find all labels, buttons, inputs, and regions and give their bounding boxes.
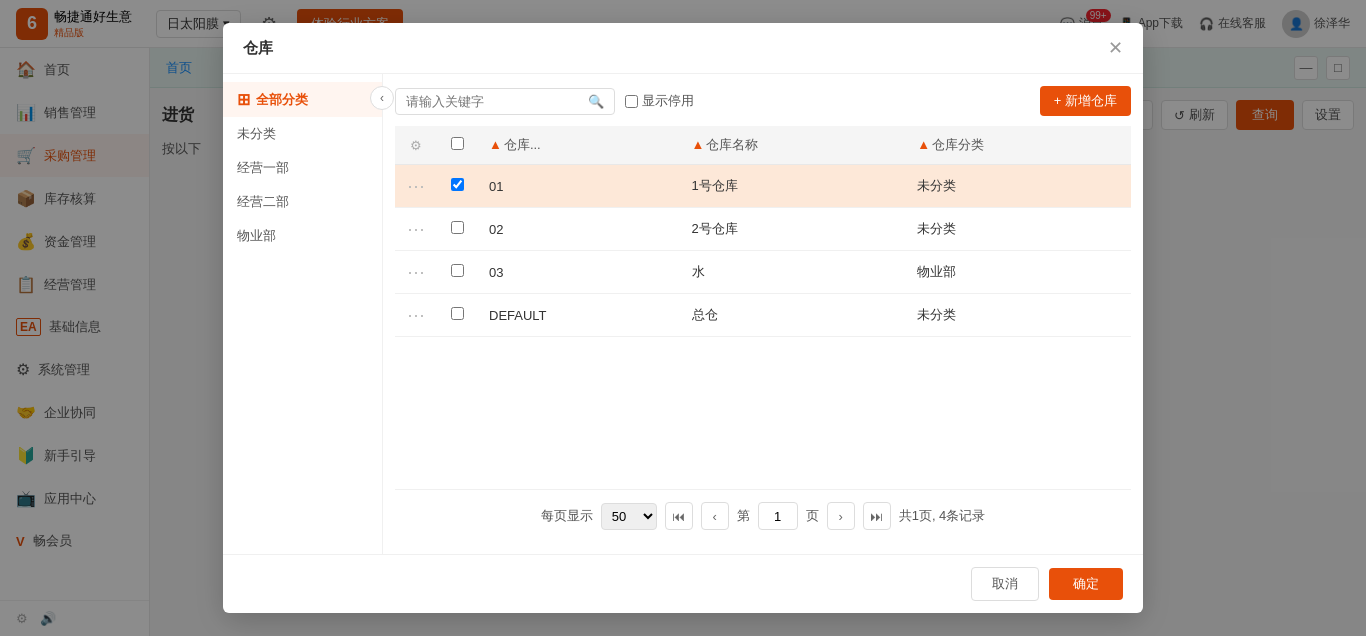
row-action-cell: ⋯ (395, 165, 437, 208)
more-icon[interactable]: ⋯ (407, 219, 425, 239)
per-page-select[interactable]: 50 100 200 (601, 503, 657, 530)
page-input[interactable] (758, 502, 798, 530)
row-checkbox[interactable] (451, 178, 464, 191)
more-icon[interactable]: ⋯ (407, 176, 425, 196)
row-category: 未分类 (905, 208, 1131, 251)
modal-body: ⊞ 全部分类 ‹ 未分类 经营一部 经营二部 物业部 (223, 74, 1143, 554)
row-code: 02 (477, 208, 680, 251)
pagination: 每页显示 50 100 200 ⏮ ‹ 第 页 › ⏭ 共1页, 4条记录 (395, 489, 1131, 542)
modal-footer: 取消 确定 (223, 554, 1143, 613)
row-check-cell (437, 208, 477, 251)
row-action-cell: ⋯ (395, 294, 437, 337)
table-row[interactable]: ⋯ 02 2号仓库 未分类 (395, 208, 1131, 251)
category-item-unclassified[interactable]: 未分类 (223, 117, 382, 151)
col-header-code: ▲仓库... (477, 126, 680, 165)
category-label-ops2: 经营二部 (237, 194, 289, 209)
modal-header: 仓库 ✕ (223, 23, 1143, 74)
search-input[interactable] (406, 94, 582, 109)
table-row[interactable]: ⋯ 01 1号仓库 未分类 (395, 165, 1131, 208)
row-check-cell (437, 294, 477, 337)
category-label-property: 物业部 (237, 228, 276, 243)
row-code: DEFAULT (477, 294, 680, 337)
row-action-cell: ⋯ (395, 251, 437, 294)
table-panel: 🔍 显示停用 + 新增仓库 ⚙ ▲仓库... (383, 74, 1143, 554)
search-bar: 🔍 显示停用 + 新增仓库 (395, 86, 1131, 116)
row-action-cell: ⋯ (395, 208, 437, 251)
first-page-button[interactable]: ⏮ (665, 502, 693, 530)
col-header-check (437, 126, 477, 165)
row-code: 03 (477, 251, 680, 294)
category-panel: ⊞ 全部分类 ‹ 未分类 经营一部 经营二部 物业部 (223, 74, 383, 554)
row-check-cell (437, 165, 477, 208)
row-code: 01 (477, 165, 680, 208)
row-category: 未分类 (905, 294, 1131, 337)
category-label-unclassified: 未分类 (237, 126, 276, 141)
select-all-checkbox[interactable] (451, 137, 464, 150)
new-warehouse-button[interactable]: + 新增仓库 (1040, 86, 1131, 116)
category-all-label: 全部分类 (256, 91, 308, 109)
pagination-total: 共1页, 4条记录 (899, 507, 986, 525)
category-item-property[interactable]: 物业部 (223, 219, 382, 253)
row-name: 水 (680, 251, 906, 294)
row-check-cell (437, 251, 477, 294)
search-icon: 🔍 (588, 94, 604, 109)
row-name: 2号仓库 (680, 208, 906, 251)
more-icon[interactable]: ⋯ (407, 262, 425, 282)
category-item-ops2[interactable]: 经营二部 (223, 185, 382, 219)
last-page-button[interactable]: ⏭ (863, 502, 891, 530)
grid-icon: ⊞ (237, 90, 250, 109)
col-header-category: ▲仓库分类 (905, 126, 1131, 165)
row-category: 物业部 (905, 251, 1131, 294)
confirm-button[interactable]: 确定 (1049, 568, 1123, 600)
row-checkbox[interactable] (451, 264, 464, 277)
col-header-gear: ⚙ (395, 126, 437, 165)
modal-title: 仓库 (243, 39, 273, 58)
row-category: 未分类 (905, 165, 1131, 208)
page-suffix: 页 (806, 507, 819, 525)
page-label: 第 (737, 507, 750, 525)
row-name: 总仓 (680, 294, 906, 337)
row-checkbox[interactable] (451, 307, 464, 320)
category-label-ops1: 经营一部 (237, 160, 289, 175)
table-row[interactable]: ⋯ 03 水 物业部 (395, 251, 1131, 294)
row-checkbox[interactable] (451, 221, 464, 234)
col-header-name: ▲仓库名称 (680, 126, 906, 165)
category-item-ops1[interactable]: 经营一部 (223, 151, 382, 185)
modal-overlay: 仓库 ✕ ⊞ 全部分类 ‹ 未分类 经营一部 经营二部 (0, 0, 1366, 636)
show-disabled-checkbox[interactable] (625, 95, 638, 108)
next-page-button[interactable]: › (827, 502, 855, 530)
data-table: ⚙ ▲仓库... ▲仓库名称 ▲仓库分类 ⋯ 01 1号仓库 未分类 ⋯ (395, 126, 1131, 489)
prev-page-button[interactable]: ‹ (701, 502, 729, 530)
warehouse-modal: 仓库 ✕ ⊞ 全部分类 ‹ 未分类 经营一部 经营二部 (223, 23, 1143, 613)
show-disabled-label[interactable]: 显示停用 (625, 92, 694, 110)
category-collapse-button[interactable]: ‹ (370, 86, 394, 110)
row-name: 1号仓库 (680, 165, 906, 208)
show-disabled-text: 显示停用 (642, 92, 694, 110)
modal-close-button[interactable]: ✕ (1108, 37, 1123, 59)
more-icon[interactable]: ⋯ (407, 305, 425, 325)
search-input-wrap: 🔍 (395, 88, 615, 115)
per-page-label: 每页显示 (541, 507, 593, 525)
cancel-button[interactable]: 取消 (971, 567, 1039, 601)
warehouse-table: ⚙ ▲仓库... ▲仓库名称 ▲仓库分类 ⋯ 01 1号仓库 未分类 ⋯ (395, 126, 1131, 337)
category-all[interactable]: ⊞ 全部分类 (223, 82, 382, 117)
table-row[interactable]: ⋯ DEFAULT 总仓 未分类 (395, 294, 1131, 337)
